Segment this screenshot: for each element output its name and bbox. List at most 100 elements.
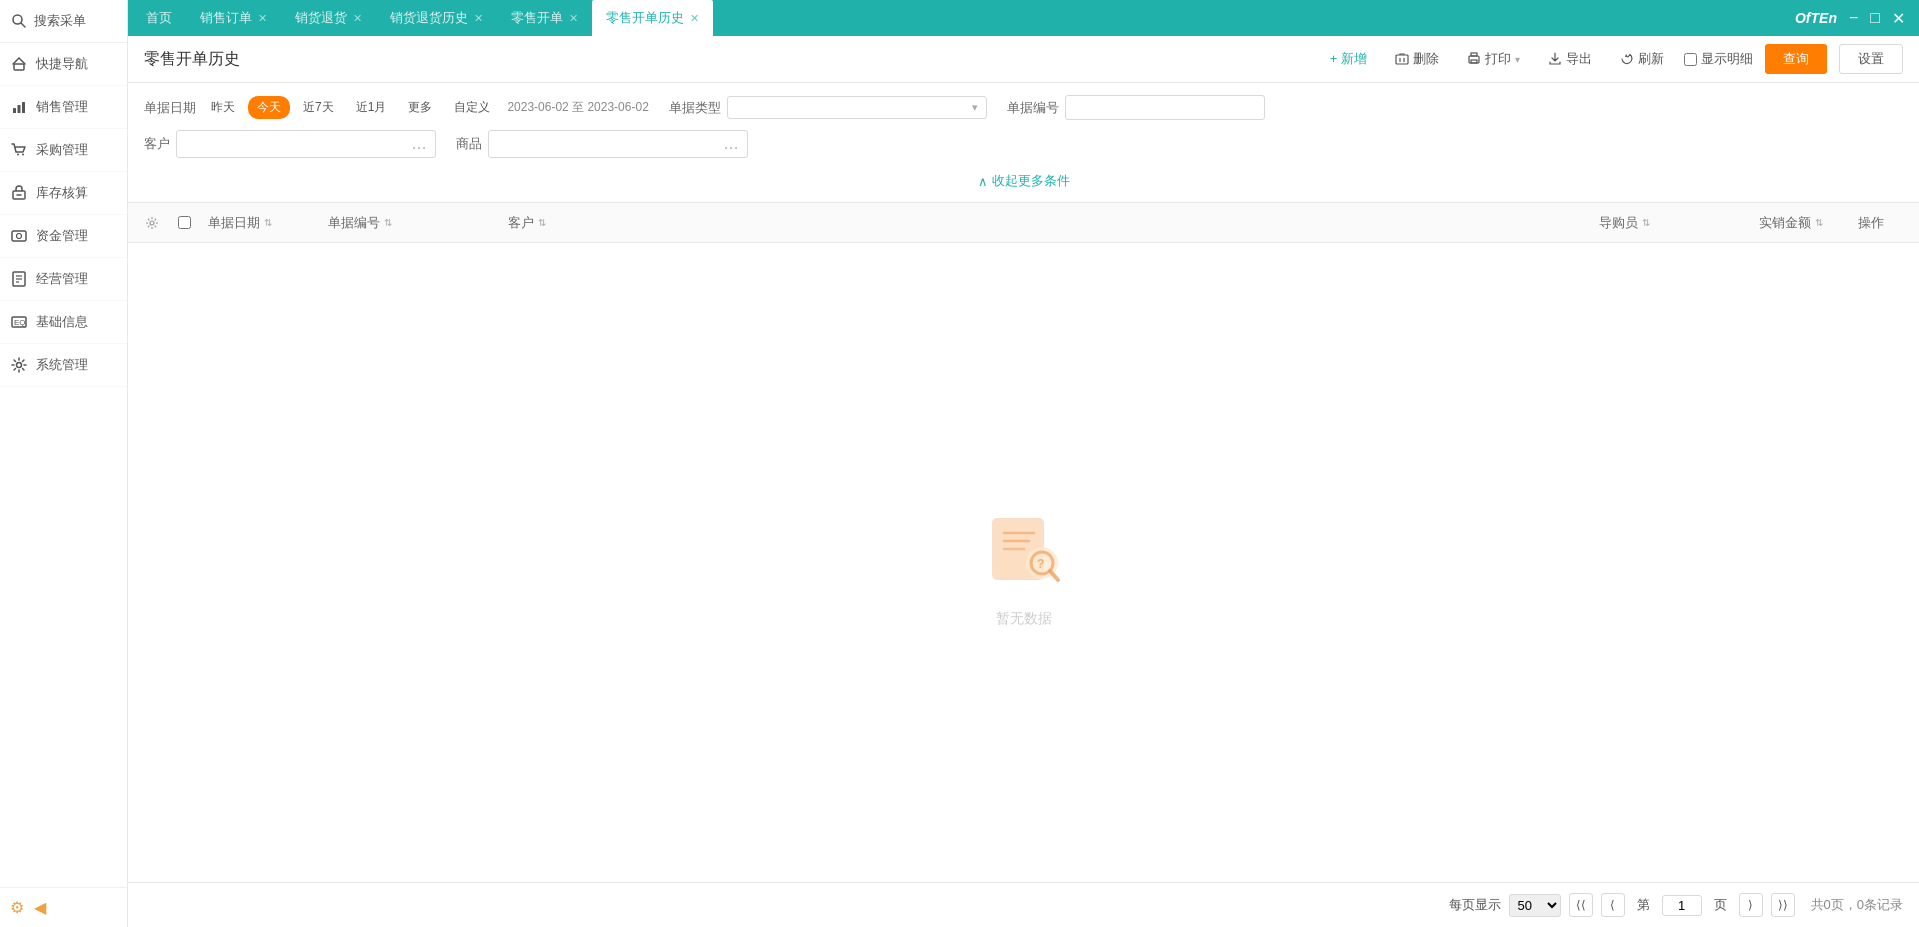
sort-customer[interactable]: ⇅ bbox=[538, 217, 546, 228]
th-num: 单据编号 ⇅ bbox=[320, 214, 500, 232]
tab-sales-return-close[interactable]: ✕ bbox=[353, 12, 362, 25]
filter-product-field[interactable] bbox=[497, 137, 723, 152]
sidebar-item-sales-mgmt[interactable]: 销售管理 bbox=[0, 86, 127, 129]
tab-sales-order[interactable]: 销售订单 ✕ bbox=[186, 0, 281, 36]
filter-type-select[interactable]: ▾ bbox=[727, 96, 987, 119]
date-btn-yesterday[interactable]: 昨天 bbox=[202, 96, 244, 119]
top-nav: 首页 销售订单 ✕ 销货退货 ✕ 销货退货历史 ✕ 零售开单 ✕ 零售开单历史 … bbox=[128, 0, 1919, 36]
filter-product-input[interactable]: … bbox=[488, 130, 748, 158]
sidebar-search[interactable]: 搜索采单 bbox=[0, 0, 127, 43]
prev-page-btn[interactable]: ⟨ bbox=[1601, 893, 1625, 917]
query-button[interactable]: 查询 bbox=[1765, 44, 1827, 74]
tab-sales-order-label: 销售订单 bbox=[200, 9, 252, 27]
svg-rect-19 bbox=[1396, 55, 1408, 64]
sidebar-item-finance[interactable]: 资金管理 bbox=[0, 215, 127, 258]
svg-rect-10 bbox=[12, 231, 26, 241]
show-detail-checkbox[interactable]: 显示明细 bbox=[1684, 50, 1753, 68]
tab-sales-order-close[interactable]: ✕ bbox=[258, 12, 267, 25]
filter-collapse-btn[interactable]: ∧ 收起更多条件 bbox=[144, 168, 1903, 198]
filter-customer-input[interactable]: … bbox=[176, 130, 436, 158]
sidebar-item-operations[interactable]: 经营管理 bbox=[0, 258, 127, 301]
tab-retail-open[interactable]: 零售开单 ✕ bbox=[497, 0, 592, 36]
refresh-button[interactable]: 刷新 bbox=[1612, 46, 1672, 72]
svg-point-25 bbox=[150, 221, 154, 225]
sidebar-collapse-btn[interactable]: ◀ bbox=[34, 898, 46, 917]
tab-retail-open-history-close[interactable]: ✕ bbox=[690, 12, 699, 25]
delete-button[interactable]: 删除 bbox=[1387, 46, 1447, 72]
tab-sales-return-label: 销货退货 bbox=[295, 9, 347, 27]
table-select-all[interactable] bbox=[168, 216, 200, 229]
filter-customer-label: 客户 bbox=[144, 135, 170, 153]
filter-date-btns: 昨天 今天 近7天 近1月 更多 自定义 2023-06-02 至 2023-0… bbox=[202, 96, 649, 119]
tab-retail-open-history[interactable]: 零售开单历史 ✕ bbox=[592, 0, 713, 36]
date-btn-7days[interactable]: 近7天 bbox=[294, 96, 343, 119]
customer-ellipsis[interactable]: … bbox=[411, 135, 427, 153]
main-content: 首页 销售订单 ✕ 销货退货 ✕ 销货退货历史 ✕ 零售开单 ✕ 零售开单历史 … bbox=[128, 0, 1919, 927]
empty-state: ? 暂无数据 bbox=[128, 243, 1919, 882]
sort-date[interactable]: ⇅ bbox=[264, 217, 272, 228]
sort-amount[interactable]: ⇅ bbox=[1815, 217, 1823, 228]
filter-product-label: 商品 bbox=[456, 135, 482, 153]
tab-home-label: 首页 bbox=[146, 9, 172, 27]
svg-point-6 bbox=[17, 154, 19, 156]
next-page-btn[interactable]: ⟩ bbox=[1739, 893, 1763, 917]
report-icon bbox=[10, 270, 28, 288]
cart-icon bbox=[10, 141, 28, 159]
tab-home[interactable]: 首页 bbox=[132, 0, 186, 36]
print-button[interactable]: 打印 ▾ bbox=[1459, 46, 1528, 72]
per-page-select[interactable]: 20 50 100 bbox=[1509, 894, 1561, 917]
filter-customer-field[interactable] bbox=[185, 137, 411, 152]
box-icon bbox=[10, 184, 28, 202]
date-btn-custom[interactable]: 自定义 bbox=[445, 96, 499, 119]
tab-sales-return-history[interactable]: 销货退货历史 ✕ bbox=[376, 0, 497, 36]
minimize-btn[interactable]: − bbox=[1849, 9, 1858, 27]
filter-date-item: 单据日期 昨天 今天 近7天 近1月 更多 自定义 2023-06-02 至 2… bbox=[144, 96, 649, 119]
tab-sales-return[interactable]: 销货退货 ✕ bbox=[281, 0, 376, 36]
brand-name: OfTEn bbox=[1795, 10, 1837, 26]
close-btn[interactable]: ✕ bbox=[1892, 9, 1905, 28]
filter-num-item: 单据编号 bbox=[1007, 95, 1265, 120]
last-page-btn[interactable]: ⟩⟩ bbox=[1771, 893, 1795, 917]
export-button[interactable]: 导出 bbox=[1540, 46, 1600, 72]
svg-point-7 bbox=[22, 154, 24, 156]
sidebar-bottom: ⚙ ◀ bbox=[0, 887, 127, 927]
sidebar-gear-btn[interactable]: ⚙ bbox=[10, 898, 24, 917]
th-customer: 客户 ⇅ bbox=[500, 214, 1591, 232]
sidebar-item-label: 资金管理 bbox=[36, 227, 88, 245]
sidebar-item-label: 采购管理 bbox=[36, 141, 88, 159]
first-page-btn[interactable]: ⟨⟨ bbox=[1569, 893, 1593, 917]
svg-point-11 bbox=[17, 234, 22, 239]
filter-num-field[interactable] bbox=[1074, 100, 1256, 115]
sort-guide[interactable]: ⇅ bbox=[1642, 217, 1650, 228]
tab-sales-return-history-close[interactable]: ✕ bbox=[474, 12, 483, 25]
product-ellipsis[interactable]: … bbox=[723, 135, 739, 153]
th-date: 单据日期 ⇅ bbox=[200, 214, 320, 232]
filter-type-item: 单据类型 ▾ bbox=[669, 96, 987, 119]
sort-num[interactable]: ⇅ bbox=[384, 217, 392, 228]
settings-button[interactable]: 设置 bbox=[1839, 44, 1903, 74]
sidebar-item-purchase-mgmt[interactable]: 采购管理 bbox=[0, 129, 127, 172]
sidebar-item-label: 快捷导航 bbox=[36, 55, 88, 73]
th-amount: 实销金额 ⇅ bbox=[1711, 214, 1831, 232]
sidebar: 搜索采单 快捷导航 销售管理 采购管理 库存核算 资金管理 经营管理 bbox=[0, 0, 128, 927]
empty-icon: ? bbox=[974, 498, 1074, 598]
filter-num-input[interactable] bbox=[1065, 95, 1265, 120]
svg-point-18 bbox=[17, 363, 22, 368]
sidebar-item-label: 系统管理 bbox=[36, 356, 88, 374]
maximize-btn[interactable]: □ bbox=[1870, 9, 1880, 27]
date-btn-today[interactable]: 今天 bbox=[248, 96, 290, 119]
date-btn-1month[interactable]: 近1月 bbox=[347, 96, 396, 119]
select-all-checkbox[interactable] bbox=[178, 216, 191, 229]
sidebar-item-sys-mgmt[interactable]: 系统管理 bbox=[0, 344, 127, 387]
sidebar-item-quick-nav[interactable]: 快捷导航 bbox=[0, 43, 127, 86]
sidebar-item-inventory[interactable]: 库存核算 bbox=[0, 172, 127, 215]
pagination: 每页显示 20 50 100 ⟨⟨ ⟨ 第 页 ⟩ ⟩⟩ 共0页，0条记录 bbox=[128, 882, 1919, 927]
table-gear-btn[interactable] bbox=[136, 216, 168, 230]
add-button[interactable]: + 新增 bbox=[1322, 46, 1375, 72]
page-number-input[interactable] bbox=[1662, 895, 1702, 916]
date-btn-more[interactable]: 更多 bbox=[399, 96, 441, 119]
sidebar-item-label: 基础信息 bbox=[36, 313, 88, 331]
svg-line-1 bbox=[21, 23, 25, 27]
tab-retail-open-close[interactable]: ✕ bbox=[569, 12, 578, 25]
sidebar-item-basic-info[interactable]: EQ 基础信息 bbox=[0, 301, 127, 344]
